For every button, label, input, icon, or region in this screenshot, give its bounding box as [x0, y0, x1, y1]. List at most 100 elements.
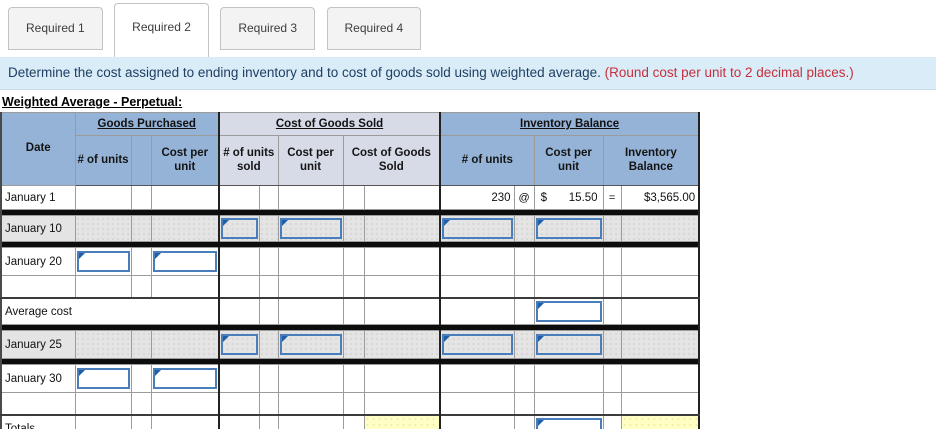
- cell: [130, 215, 152, 242]
- cell: [218, 414, 260, 429]
- instruction-bar: Determine the cost assigned to ending in…: [0, 57, 936, 90]
- cell: [150, 185, 220, 210]
- cell: [342, 185, 365, 210]
- cell: [0, 392, 76, 416]
- input-jan10-inv-units[interactable]: [442, 218, 513, 239]
- input-totals-inv-cost-per-unit[interactable]: [535, 418, 602, 429]
- input-jan20-gp-cost-per-unit[interactable]: [152, 251, 218, 272]
- cell: [602, 364, 622, 393]
- cell: [602, 215, 622, 242]
- cell: [218, 297, 260, 325]
- tab-required-3[interactable]: Required 3: [220, 7, 316, 50]
- header-cogs-units-sold: # of units sold: [218, 135, 279, 186]
- row-label: January 20: [0, 247, 76, 276]
- cell: [218, 185, 260, 210]
- cell: [513, 414, 535, 429]
- input-jan25-cogs-cost-per-unit[interactable]: [279, 334, 342, 355]
- tab-label: Required 3: [238, 21, 298, 35]
- row-empty: [0, 392, 700, 416]
- cell: [130, 392, 152, 416]
- input-jan20-gp-units[interactable]: [76, 251, 130, 272]
- header-group-goods-purchased: Goods Purchased: [74, 112, 220, 136]
- cell: [130, 275, 152, 299]
- tab-required-4[interactable]: Required 4: [326, 7, 422, 50]
- cell: [258, 330, 279, 359]
- cell: [218, 215, 260, 242]
- cell: [277, 275, 344, 299]
- cell: [258, 297, 279, 325]
- cell: [218, 392, 260, 416]
- cell: [620, 364, 700, 393]
- input-jan10-cogs-cost-per-unit[interactable]: [279, 218, 342, 239]
- cell: [513, 247, 535, 276]
- cell: [513, 297, 535, 325]
- cell: [439, 364, 515, 393]
- row-label: January 1: [0, 185, 76, 210]
- header-date: Date: [0, 112, 76, 186]
- cell: [74, 275, 132, 299]
- cell: [218, 364, 260, 393]
- cell: [150, 215, 220, 242]
- cell: [363, 392, 441, 416]
- header-cogs-cost-per-unit: Cost per unit: [277, 135, 344, 186]
- cell: [277, 247, 344, 276]
- cell: [277, 215, 344, 242]
- cell: [258, 414, 279, 429]
- cell: [342, 297, 365, 325]
- cell: [513, 275, 535, 299]
- cell: [342, 330, 365, 359]
- cell: [602, 297, 622, 325]
- cell: [602, 330, 622, 359]
- row-january-10: January 10: [0, 215, 700, 242]
- cell: [533, 414, 604, 429]
- input-jan25-inv-units[interactable]: [442, 334, 513, 355]
- input-average-cost-per-unit[interactable]: [535, 301, 602, 322]
- input-jan10-cogs-units-sold[interactable]: [221, 218, 258, 239]
- cell: [342, 247, 365, 276]
- header-gp-cost-per-unit: Cost per unit: [150, 135, 220, 186]
- cell: [258, 215, 279, 242]
- cell: [439, 275, 515, 299]
- cell: [363, 275, 441, 299]
- equals-sign: =: [602, 185, 622, 210]
- cell: [218, 275, 260, 299]
- screen: Required 1 Required 2 Required 3 Require…: [0, 0, 936, 429]
- header-gp-units: # of units: [74, 135, 132, 186]
- row-label: January 30: [0, 364, 76, 393]
- input-jan10-inv-cost-per-unit[interactable]: [535, 218, 602, 239]
- currency-symbol: $: [540, 191, 547, 204]
- cell: [150, 247, 220, 276]
- row-empty: [0, 275, 700, 299]
- cell: [439, 215, 515, 242]
- cell: [74, 364, 132, 393]
- cell: [130, 414, 152, 429]
- cell: [439, 414, 515, 429]
- cell: [620, 247, 700, 276]
- row-january-25: January 25: [0, 330, 700, 359]
- cell: [277, 364, 344, 393]
- input-jan25-cogs-units-sold[interactable]: [221, 334, 258, 355]
- cell: [533, 215, 604, 242]
- cell: [513, 215, 535, 242]
- tab-required-2[interactable]: Required 2: [114, 3, 209, 57]
- cell: [602, 392, 622, 416]
- cell: [258, 275, 279, 299]
- cell: [218, 247, 260, 276]
- input-jan30-gp-units[interactable]: [76, 368, 130, 389]
- cell: [342, 215, 365, 242]
- cell: [363, 185, 441, 210]
- cell: [342, 414, 365, 429]
- cell: [533, 297, 604, 325]
- tab-bar: Required 1 Required 2 Required 3 Require…: [0, 0, 936, 57]
- tab-required-1[interactable]: Required 1: [8, 7, 103, 50]
- header-group-row: Date Goods Purchased Cost of Goods Sold …: [0, 112, 700, 186]
- cell: [513, 364, 535, 393]
- cell: [620, 297, 700, 325]
- input-jan25-inv-cost-per-unit[interactable]: [535, 334, 602, 355]
- input-jan30-gp-cost-per-unit[interactable]: [152, 368, 218, 389]
- cell: [620, 330, 700, 359]
- cell: [513, 392, 535, 416]
- cell: [0, 275, 76, 299]
- jan1-inventory-cost-per-unit: $ 15.50: [533, 185, 604, 210]
- cell: [342, 364, 365, 393]
